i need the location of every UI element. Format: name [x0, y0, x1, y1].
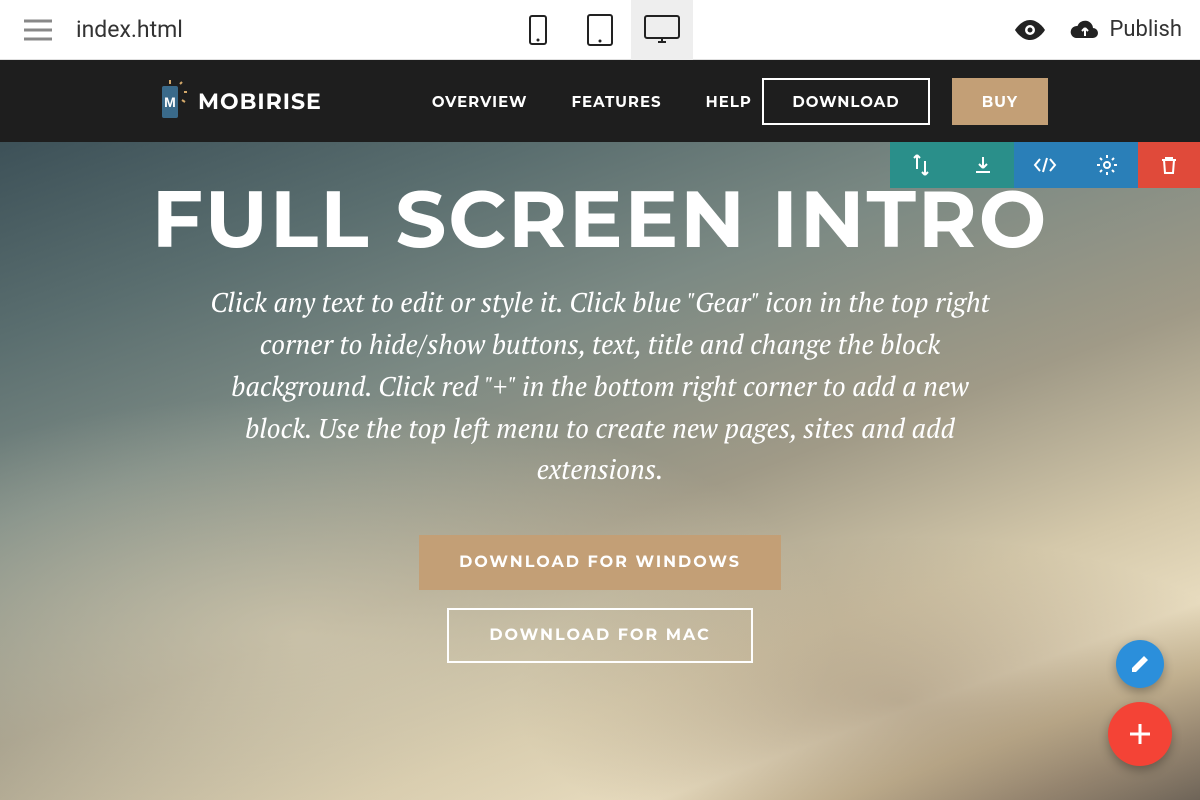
add-block-fab-button[interactable]: [1108, 702, 1172, 766]
tablet-device-button[interactable]: [569, 0, 631, 60]
hamburger-menu-icon[interactable]: [18, 13, 58, 47]
nav-link-features[interactable]: FEATURES: [571, 92, 661, 111]
app-toolbar: index.html Publish: [0, 0, 1200, 60]
block-toolbar: [890, 142, 1200, 188]
brand[interactable]: M MOBIRISE: [152, 80, 322, 122]
move-block-button[interactable]: [890, 142, 952, 188]
delete-block-button[interactable]: [1138, 142, 1200, 188]
desktop-device-button[interactable]: [631, 0, 693, 60]
mobile-device-button[interactable]: [507, 0, 569, 60]
hero-block[interactable]: FULL SCREEN INTRO Click any text to edit…: [0, 142, 1200, 800]
page-title: index.html: [76, 16, 183, 43]
device-switcher: [507, 0, 693, 60]
download-button[interactable]: DOWNLOAD: [762, 78, 929, 125]
nav-link-help[interactable]: HELP: [706, 92, 752, 111]
nav-link-overview[interactable]: OVERVIEW: [432, 92, 528, 111]
hero-title[interactable]: FULL SCREEN INTRO: [152, 178, 1048, 262]
publish-button[interactable]: Publish: [1069, 17, 1182, 42]
nav-links: OVERVIEW FEATURES HELP: [432, 92, 752, 111]
save-block-button[interactable]: [952, 142, 1014, 188]
hero-description[interactable]: Click any text to edit or style it. Clic…: [210, 282, 990, 491]
buy-button[interactable]: BUY: [952, 78, 1048, 125]
brand-name: MOBIRISE: [198, 88, 322, 115]
edit-fab-button[interactable]: [1116, 640, 1164, 688]
brand-logo-icon: M: [152, 80, 186, 122]
publish-label: Publish: [1109, 17, 1182, 42]
nav-right: DOWNLOAD BUY: [762, 78, 1200, 125]
hero-buttons: DOWNLOAD FOR WINDOWS DOWNLOAD FOR MAC: [419, 535, 781, 663]
svg-text:M: M: [164, 94, 176, 110]
settings-block-button[interactable]: [1076, 142, 1138, 188]
preview-button[interactable]: [1013, 19, 1047, 41]
download-windows-button[interactable]: DOWNLOAD FOR WINDOWS: [419, 535, 781, 590]
code-block-button[interactable]: [1014, 142, 1076, 188]
toolbar-right: Publish: [1013, 17, 1182, 42]
site-navbar: M MOBIRISE OVERVIEW FEATURES HELP DOWNLO…: [0, 60, 1200, 142]
download-mac-button[interactable]: DOWNLOAD FOR MAC: [447, 608, 752, 663]
